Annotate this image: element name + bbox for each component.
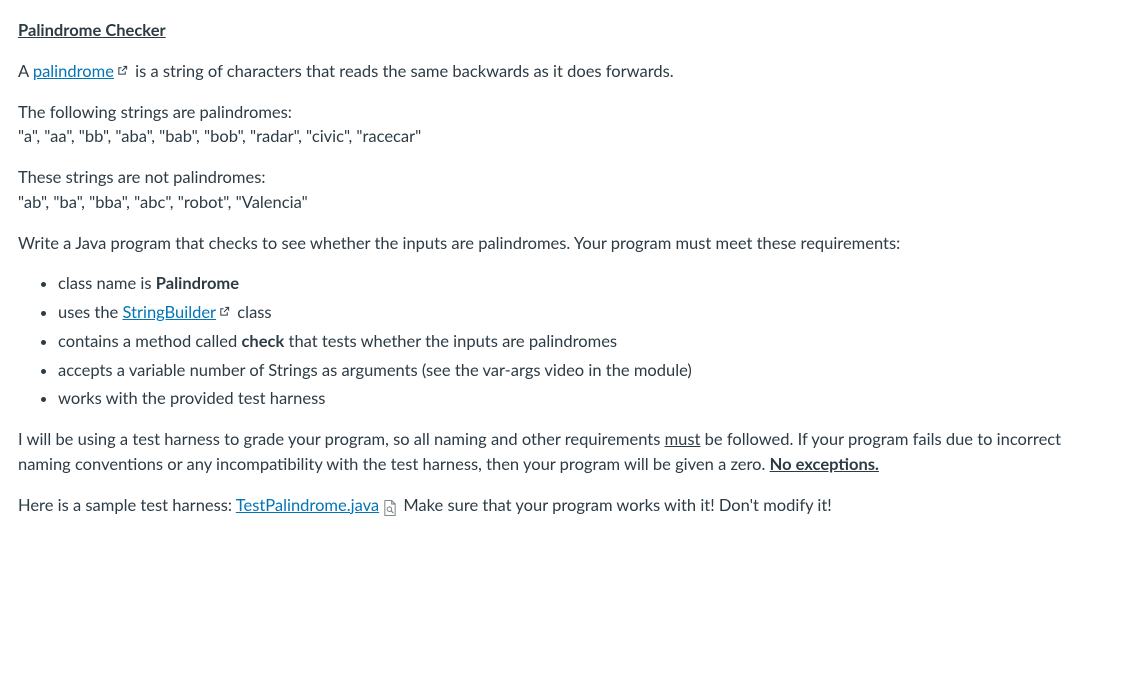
external-link-icon <box>117 58 128 83</box>
harness-a: I will be using a test harness to grade … <box>18 429 665 449</box>
test-palindrome-link[interactable]: TestPalindrome.java <box>236 495 379 515</box>
palindromes-list: "a", "aa", "bb", "aba", "bab", "bob", "r… <box>18 124 1108 149</box>
intro-pre: A <box>18 61 33 81</box>
harness-paragraph: I will be using a test harness to grade … <box>18 427 1108 477</box>
harness-noex: No exceptions. <box>770 454 879 474</box>
palindromes-header: The following strings are palindromes: <box>18 100 1108 125</box>
write-program-paragraph: Write a Java program that checks to see … <box>18 231 1108 256</box>
sample-post: Make sure that your program works with i… <box>399 495 832 515</box>
document-preview-icon[interactable] <box>383 494 397 519</box>
list-item: accepts a variable number of Strings as … <box>58 358 1108 383</box>
sample-pre: Here is a sample test harness: <box>18 495 236 515</box>
req3-bold: check <box>241 331 284 351</box>
palindromes-block: The following strings are palindromes: "… <box>18 100 1108 150</box>
list-item: class name is Palindrome <box>58 271 1108 296</box>
stringbuilder-link[interactable]: StringBuilder <box>122 302 216 322</box>
req2-post: class <box>233 302 272 322</box>
list-item: works with the provided test harness <box>58 386 1108 411</box>
req1-pre: class name is <box>58 273 156 293</box>
requirements-list: class name is Palindrome uses the String… <box>18 271 1108 411</box>
not-palindromes-list: "ab", "ba", "bba", "abc", "robot", "Vale… <box>18 190 1108 215</box>
not-palindromes-header: These strings are not palindromes: <box>18 165 1108 190</box>
req3-pre: contains a method called <box>58 331 241 351</box>
list-item: contains a method called check that test… <box>58 329 1108 354</box>
intro-post: is a string of characters that reads the… <box>131 61 674 81</box>
palindrome-link[interactable]: palindrome <box>33 61 114 81</box>
harness-must: must <box>665 429 701 449</box>
page-title: Palindrome Checker <box>18 18 1108 43</box>
list-item: uses the StringBuilder class <box>58 300 1108 325</box>
req2-pre: uses the <box>58 302 122 322</box>
req1-bold: Palindrome <box>156 273 239 293</box>
sample-paragraph: Here is a sample test harness: TestPalin… <box>18 493 1108 519</box>
external-link-icon <box>219 299 230 324</box>
intro-paragraph: A palindrome is a string of characters t… <box>18 59 1108 84</box>
not-palindromes-block: These strings are not palindromes: "ab",… <box>18 165 1108 215</box>
req3-post: that tests whether the inputs are palind… <box>284 331 617 351</box>
